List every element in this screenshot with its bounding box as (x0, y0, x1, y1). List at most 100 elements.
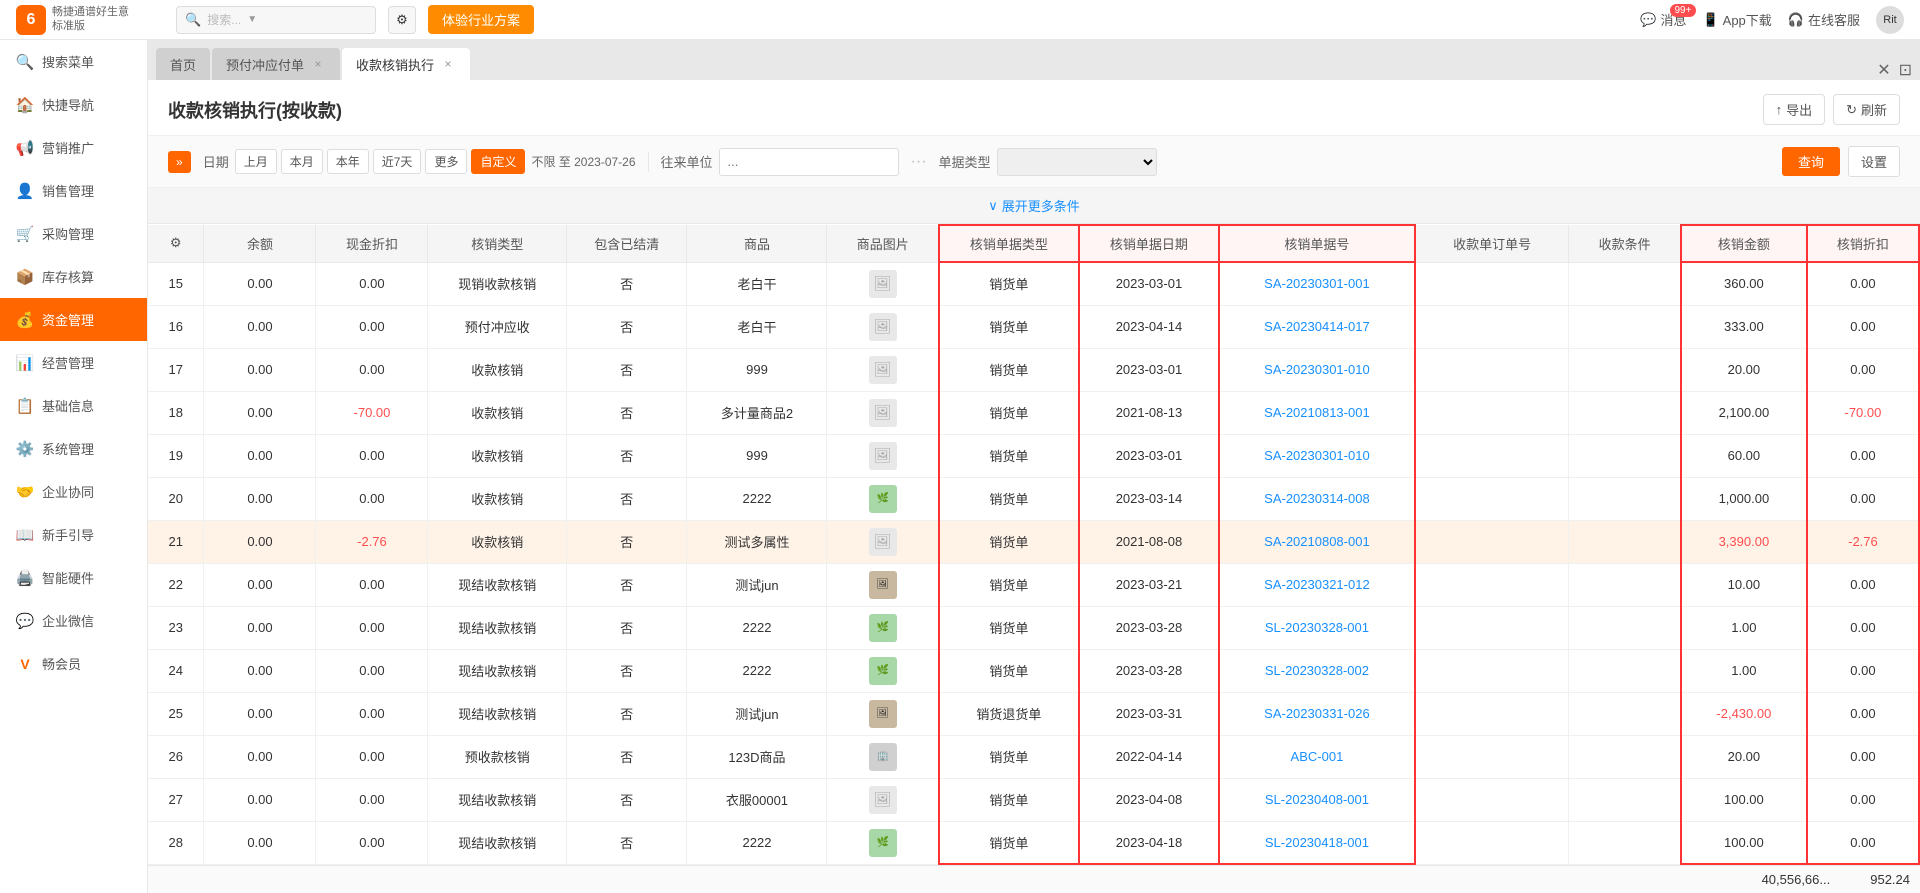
export-button[interactable]: ↑ 导出 (1763, 94, 1826, 125)
table-row: 20 0.00 0.00 收款核销 否 2222 🌿 销货单 2023-03-1… (148, 477, 1919, 520)
cell-bill-type: 销货单 (939, 821, 1079, 864)
bill-type-select[interactable] (997, 148, 1157, 176)
cell-discount: 0.00 (1807, 563, 1919, 606)
unit-input[interactable] (719, 148, 899, 176)
query-button[interactable]: 查询 (1782, 147, 1840, 176)
cell-product-img: 🌿 (827, 649, 939, 692)
date-custom[interactable]: 自定义 (471, 149, 525, 174)
cell-settled: 否 (567, 606, 687, 649)
cell-product-img: 🖼 (827, 262, 939, 305)
window-close-icon[interactable]: ✕ (1877, 60, 1890, 80)
filter-expand-left-btn[interactable]: » (168, 151, 191, 173)
sidebar-item-wechat[interactable]: 💬 企业微信 (0, 599, 147, 642)
cell-bill-date: 2023-03-01 (1079, 348, 1219, 391)
cell-type: 收款核销 (428, 348, 567, 391)
cell-receipt-order (1415, 348, 1569, 391)
cell-cash-discount: 0.00 (316, 305, 428, 348)
search-box[interactable]: 🔍 搜索... ▼ (176, 6, 376, 34)
bill-no-link[interactable]: SL-20230328-002 (1265, 663, 1369, 678)
cell-balance: 0.00 (204, 692, 316, 735)
cell-amount: 20.00 (1681, 348, 1807, 391)
cell-balance: 0.00 (204, 434, 316, 477)
bill-no-link[interactable]: SA-20230321-012 (1264, 577, 1370, 592)
cell-product: 测试jun (687, 692, 827, 735)
bill-no-link[interactable]: ABC-001 (1291, 749, 1344, 764)
refresh-button[interactable]: ↻ 刷新 (1833, 94, 1900, 125)
cell-type: 现销收款核销 (428, 262, 567, 305)
online-service-button[interactable]: 🎧 在线客服 (1788, 10, 1860, 29)
sidebar-item-finance[interactable]: 💰 资金管理 (0, 298, 147, 341)
user-avatar[interactable]: Rit (1876, 6, 1904, 34)
bill-no-link[interactable]: SA-20210813-001 (1264, 405, 1370, 420)
cell-cash-discount: 0.00 (316, 606, 428, 649)
sidebar-item-marketing[interactable]: 📢 营销推广 (0, 126, 147, 169)
bill-no-link[interactable]: SA-20230301-001 (1264, 276, 1370, 291)
bill-no-link[interactable]: SA-20230301-010 (1264, 362, 1370, 377)
bill-no-link[interactable]: SL-20230328-001 (1265, 620, 1369, 635)
sidebar-item-member[interactable]: V 畅会员 (0, 642, 147, 685)
cell-amount: -2,430.00 (1681, 692, 1807, 735)
sidebar-item-inventory[interactable]: 📦 库存核算 (0, 255, 147, 298)
cell-receipt-cond (1569, 520, 1681, 563)
tab-receipt-close[interactable]: × (440, 56, 456, 72)
sidebar-item-hardware[interactable]: 🖨️ 智能硬件 (0, 556, 147, 599)
bill-no-link[interactable]: SA-20210808-001 (1264, 534, 1370, 549)
sidebar-label-search: 搜索菜单 (42, 52, 94, 71)
cell-type: 现结收款核销 (428, 821, 567, 864)
sidebar-item-guide[interactable]: 📖 新手引导 (0, 513, 147, 556)
window-maximize-icon[interactable]: ⊡ (1899, 60, 1912, 80)
sidebar-item-sales[interactable]: 👤 销售管理 (0, 169, 147, 212)
bill-no-link[interactable]: SA-20230414-017 (1264, 319, 1370, 334)
date-filter-section: 日期 上月 本月 本年 近7天 更多 自定义 不限 至 2023-07-26 (203, 149, 636, 174)
date-this-year[interactable]: 本年 (327, 149, 369, 174)
tab-prepay-close[interactable]: × (310, 56, 326, 72)
cell-no: 15 (148, 262, 204, 305)
sidebar-item-basic[interactable]: 📋 基础信息 (0, 384, 147, 427)
col-bill-no: 核销单据号 (1219, 225, 1415, 262)
sidebar-label-wechat: 企业微信 (42, 611, 94, 630)
sidebar-item-enterprise[interactable]: 🤝 企业协同 (0, 470, 147, 513)
cell-bill-date: 2023-04-18 (1079, 821, 1219, 864)
col-gear[interactable]: ⚙ (148, 225, 204, 262)
date-more[interactable]: 更多 (425, 149, 467, 174)
bill-no-link[interactable]: SL-20230418-001 (1265, 835, 1369, 850)
cell-receipt-cond (1569, 391, 1681, 434)
unit-filter-section: 往来单位 (661, 148, 899, 176)
industry-button[interactable]: 体验行业方案 (428, 5, 534, 34)
app-download-button[interactable]: 📱 App下载 (1702, 10, 1771, 29)
cell-product: 123D商品 (687, 735, 827, 778)
tab-prepay[interactable]: 预付冲应付单 × (212, 48, 340, 80)
cell-bill-no: SL-20230328-002 (1219, 649, 1415, 692)
gear-button[interactable]: ⚙ (388, 6, 416, 34)
cell-receipt-order (1415, 778, 1569, 821)
bill-no-link[interactable]: SA-20230331-026 (1264, 706, 1370, 721)
sidebar-item-purchase[interactable]: 🛒 采购管理 (0, 212, 147, 255)
table-container[interactable]: ⚙ 余额 现金折扣 核销类型 包含已结清 商品 商品图片 核销单据类型 核销单据… (148, 224, 1920, 893)
cell-no: 28 (148, 821, 204, 864)
cell-bill-date: 2023-03-14 (1079, 477, 1219, 520)
settings-button[interactable]: 设置 (1848, 146, 1900, 177)
bill-no-link[interactable]: SA-20230301-010 (1264, 448, 1370, 463)
date-last-month[interactable]: 上月 (235, 149, 277, 174)
message-button[interactable]: 💬 消息 99+ (1640, 10, 1686, 29)
cell-bill-type: 销货单 (939, 391, 1079, 434)
tab-receipt[interactable]: 收款核销执行 × (342, 48, 470, 80)
cell-bill-no: SA-20230301-010 (1219, 434, 1415, 477)
bill-no-link[interactable]: SA-20230314-008 (1264, 491, 1370, 506)
sidebar-item-search[interactable]: 🔍 搜索菜单 (0, 40, 147, 83)
sidebar-item-quick-nav[interactable]: 🏠 快捷导航 (0, 83, 147, 126)
date-7days[interactable]: 近7天 (373, 149, 422, 174)
tab-home[interactable]: 首页 (156, 48, 210, 80)
sidebar-item-system[interactable]: ⚙️ 系统管理 (0, 427, 147, 470)
date-this-month[interactable]: 本月 (281, 149, 323, 174)
bill-no-link[interactable]: SL-20230408-001 (1265, 792, 1369, 807)
date-range-display: 不限 至 2023-07-26 (531, 153, 635, 170)
cell-balance: 0.00 (204, 778, 316, 821)
cell-bill-no: SA-20230321-012 (1219, 563, 1415, 606)
cell-amount: 20.00 (1681, 735, 1807, 778)
cell-type: 收款核销 (428, 391, 567, 434)
cell-cash-discount: 0.00 (316, 778, 428, 821)
cell-amount: 3,390.00 (1681, 520, 1807, 563)
expand-conditions-button[interactable]: ∨ 展开更多条件 (988, 196, 1080, 215)
sidebar-item-management[interactable]: 📊 经营管理 (0, 341, 147, 384)
